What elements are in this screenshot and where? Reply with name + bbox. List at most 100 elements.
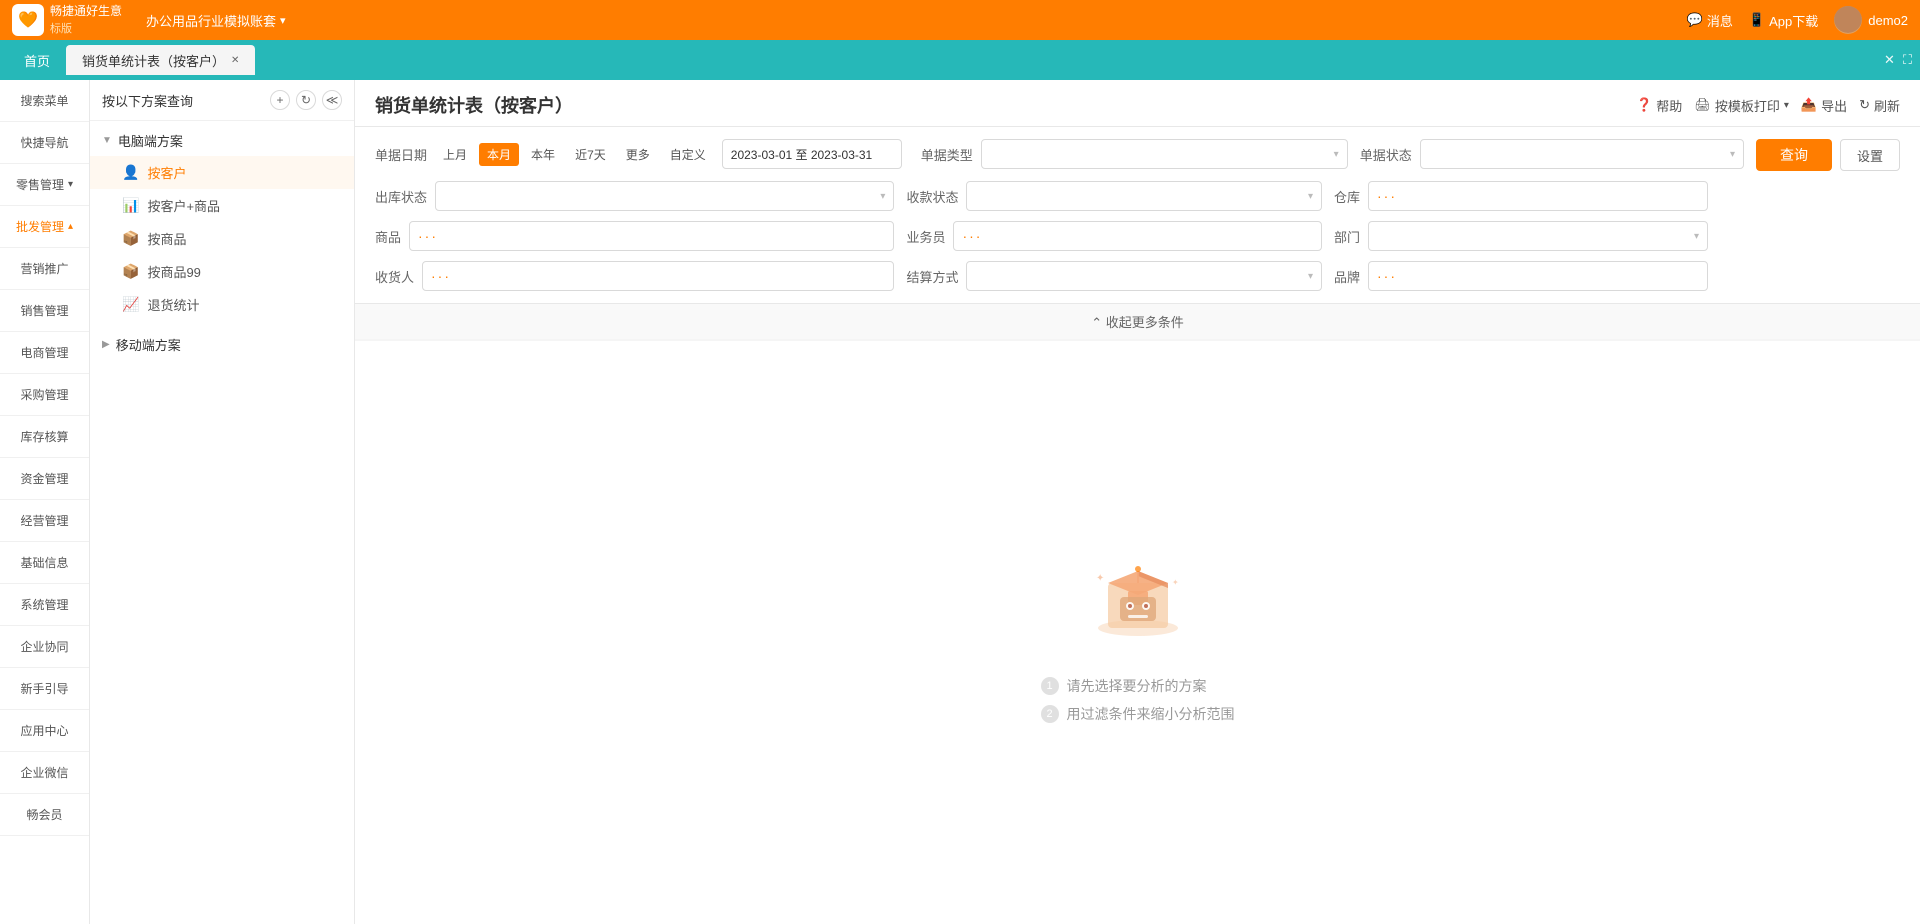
receipt-status-select[interactable]: ▾ (966, 181, 1322, 211)
sidebar-item-inventory[interactable]: 库存核算 (0, 416, 89, 458)
scheme-collapse-btn[interactable]: ≪ (322, 90, 342, 110)
date-shortcut-this-year[interactable]: 本年 (523, 143, 563, 166)
sidebar-item-ops-mgmt[interactable]: 经营管理 (0, 500, 89, 542)
date-range-text: 2023-03-01 至 2023-03-31 (731, 146, 872, 163)
goods-filter: 商品 ··· (375, 221, 894, 251)
settle-select[interactable]: ▾ (966, 261, 1322, 291)
date-shortcut-last-month[interactable]: 上月 (435, 143, 475, 166)
out-status-select[interactable]: ▾ (435, 181, 894, 211)
sidebar-item-corp-collab[interactable]: 企业协同 (0, 626, 89, 668)
sidebar-item-sales-mgmt[interactable]: 销售管理 (0, 290, 89, 332)
sidebar-item-retail-mgmt[interactable]: 零售管理 ▾ (0, 164, 89, 206)
scheme-refresh-btn[interactable]: ↻ (296, 90, 316, 110)
order-type-select[interactable]: ▾ (981, 139, 1348, 169)
out-status-arrow-icon: ▾ (880, 191, 885, 202)
tab-home[interactable]: 首页 (8, 45, 66, 75)
customer-goods-icon: 📊 (122, 197, 139, 214)
sidebar-item-corp-wechat[interactable]: 企业微信 (0, 752, 89, 794)
goods-select[interactable]: ··· (409, 221, 894, 251)
svg-text:✦: ✦ (1172, 578, 1179, 587)
settings-button[interactable]: 设置 (1840, 139, 1900, 171)
help-btn[interactable]: ❓ 帮助 (1636, 96, 1682, 115)
user-menu[interactable]: demo2 (1834, 6, 1908, 34)
out-status-filter: 出库状态 ▾ (375, 181, 894, 211)
user-name: demo2 (1868, 13, 1908, 28)
filter-row-2: 出库状态 ▾ 收款状态 ▾ (375, 181, 1900, 211)
ecom-mgmt-label: 电商管理 (20, 346, 68, 360)
print-btn[interactable]: 🖨 按模板打印 ▾ (1694, 96, 1789, 115)
scheme-group-mobile-title[interactable]: ▶ 移动端方案 (90, 329, 354, 360)
empty-tips: 1 请先选择要分析的方案 2 用过滤条件来缩小分析范围 (1041, 676, 1235, 732)
sidebar-item-vip-member[interactable]: 畅会员 (0, 794, 89, 836)
sidebar-item-marketing[interactable]: 营销推广 (0, 248, 89, 290)
date-shortcut-custom[interactable]: 自定义 (662, 143, 714, 166)
vip-member-label: 畅会员 (26, 808, 62, 822)
scheme-add-btn[interactable]: + (270, 90, 290, 110)
scheme-item-by-customer-goods-label: 按客户+商品 (147, 196, 220, 215)
scheme-item-by-customer-goods[interactable]: 📊 按客户+商品 (90, 189, 354, 222)
sidebar-item-search-menu[interactable]: 搜索菜单 (0, 80, 89, 122)
scheme-item-return-stat[interactable]: 📈 退货统计 (90, 288, 354, 321)
sidebar-item-wholesale-mgmt[interactable]: 批发管理 ▴ (0, 206, 89, 248)
date-range-input[interactable]: 2023-03-01 至 2023-03-31 (722, 139, 902, 169)
scheme-group-mobile-label: 移动端方案 (116, 335, 181, 354)
tab-sales-stat[interactable]: 销货单统计表（按客户） ✕ (66, 45, 255, 75)
date-shortcut-more[interactable]: 更多 (618, 143, 658, 166)
receiver-filter: 收货人 ··· (375, 261, 894, 291)
receipt-status-arrow-icon: ▾ (1308, 191, 1313, 202)
export-btn[interactable]: 📤 导出 (1801, 96, 1847, 115)
dept-select[interactable]: ▾ (1368, 221, 1708, 251)
scheme-item-by-goods-99[interactable]: 📦 按商品99 (90, 255, 354, 288)
scheme-group-desktop-title[interactable]: ▼ 电脑端方案 (90, 125, 354, 156)
sidebar-item-finance-mgmt[interactable]: 资金管理 (0, 458, 89, 500)
sidebar-item-quick-nav[interactable]: 快捷导航 (0, 122, 89, 164)
refresh-btn[interactable]: ↻ 刷新 (1859, 96, 1900, 115)
tab-sales-stat-label: 销货单统计表（按客户） (82, 51, 225, 70)
warehouse-select[interactable]: ··· (1368, 181, 1708, 211)
top-nav-left: 🧡 畅捷通好生意 标版 办公用品行业模拟账套 ▾ (12, 4, 286, 36)
date-shortcut-this-month[interactable]: 本月 (479, 143, 519, 166)
industry-arrow-icon: ▾ (280, 14, 286, 27)
search-menu-label: 搜索菜单 (20, 94, 68, 108)
main-area: 搜索菜单 快捷导航 零售管理 ▾ 批发管理 ▴ 营销推广 销售管理 电商管理 (0, 80, 1920, 924)
sidebar-item-purchase-mgmt[interactable]: 采购管理 (0, 374, 89, 416)
sidebar-item-basic-info[interactable]: 基础信息 (0, 542, 89, 584)
filter-row-1: 单据日期 上月 本月 本年 近7天 更多 自定义 2023-03-01 至 20… (375, 139, 1900, 171)
query-button[interactable]: 查询 (1756, 139, 1832, 171)
svg-text:✦: ✦ (1096, 573, 1104, 584)
scheme-group-mobile: ▶ 移动端方案 (90, 325, 354, 364)
sys-mgmt-label: 系统管理 (20, 598, 68, 612)
warehouse-label: 仓库 (1334, 187, 1360, 206)
sidebar-item-ecom-mgmt[interactable]: 电商管理 (0, 332, 89, 374)
tip-num-1: 1 (1041, 677, 1059, 695)
sidebar-item-app-center[interactable]: 应用中心 (0, 710, 89, 752)
date-shortcut-7days[interactable]: 近7天 (567, 143, 614, 166)
refresh-icon: ↻ (1859, 97, 1870, 113)
industry-selector[interactable]: 办公用品行业模拟账套 ▾ (146, 11, 286, 30)
app-download-btn[interactable]: 📱 App下载 (1749, 11, 1818, 30)
settle-label: 结算方式 (906, 267, 958, 286)
empty-state: ✦ ✦ 1 请先选择要分析的方案 2 用过滤条件来缩小分析范围 (355, 341, 1920, 924)
sidebar-item-sys-mgmt[interactable]: 系统管理 (0, 584, 89, 626)
logo-area: 🧡 畅捷通好生意 标版 (12, 4, 122, 36)
print-icon: 🖨 (1694, 97, 1711, 113)
date-filter-group: 单据日期 上月 本月 本年 近7天 更多 自定义 2023-03-01 至 20… (375, 139, 909, 169)
brand-select[interactable]: ··· (1368, 261, 1708, 291)
customer-icon: 👤 (122, 164, 139, 181)
app-subtitle: 标版 (50, 20, 122, 36)
sidebar-item-new-guide[interactable]: 新手引导 (0, 668, 89, 710)
order-type-label: 单据类型 (921, 145, 973, 164)
tip-num-2: 2 (1041, 705, 1059, 723)
message-btn[interactable]: 💬 消息 (1687, 11, 1733, 30)
app-download-label: App下载 (1769, 11, 1818, 30)
scheme-item-by-customer[interactable]: 👤 按客户 (90, 156, 354, 189)
tab-close-icon[interactable]: ✕ (231, 55, 239, 66)
collapse-more-btn[interactable]: ⌃ 收起更多条件 (355, 304, 1920, 339)
maximize-icon[interactable]: ⛶ (1903, 52, 1912, 68)
scheme-item-by-goods[interactable]: 📦 按商品 (90, 222, 354, 255)
sales-mgmt-label: 销售管理 (20, 304, 68, 318)
staff-select[interactable]: ··· (953, 221, 1322, 251)
close-window-icon[interactable]: ✕ (1884, 52, 1895, 68)
order-status-select[interactable]: ▾ (1420, 139, 1744, 169)
receiver-select[interactable]: ··· (422, 261, 894, 291)
